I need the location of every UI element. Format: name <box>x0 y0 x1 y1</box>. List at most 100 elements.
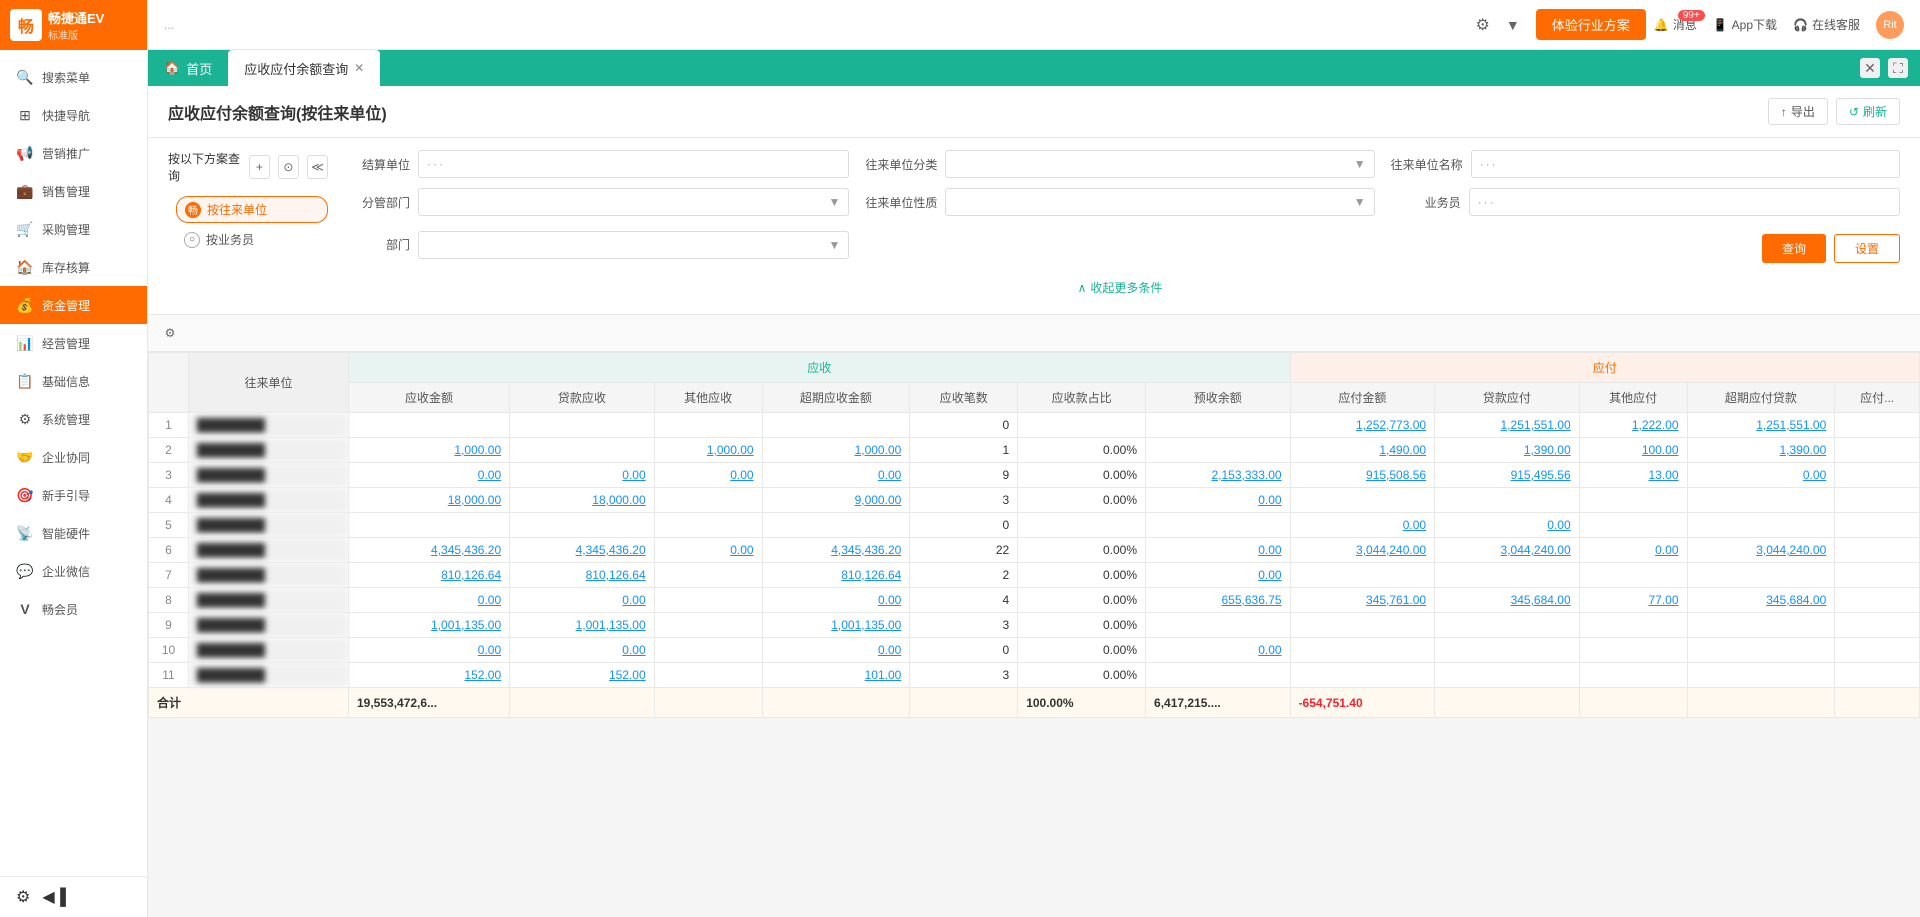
table-cell-ap_amount[interactable]: 0.00 <box>1290 513 1435 538</box>
table-cell-ap_loan[interactable]: 1,251,551.00 <box>1435 413 1580 438</box>
messages-btn[interactable]: 🔔 消息 99+ <box>1654 16 1697 33</box>
sidebar-collapse-btn[interactable]: ◀▐ <box>42 887 66 907</box>
partner-name-input[interactable]: ··· <box>1471 150 1900 178</box>
tab-ar-ap[interactable]: 应收应付余额查询 ✕ <box>228 50 380 86</box>
table-cell-ar_other[interactable]: 1,000.00 <box>654 438 762 463</box>
table-cell-ar_overdue[interactable]: 1,001,135.00 <box>762 613 910 638</box>
export-btn[interactable]: ↑ 导出 <box>1768 98 1828 125</box>
sidebar-item-warehouse[interactable]: 🏠 库存核算 <box>0 248 147 286</box>
table-cell-ar_loan[interactable]: 0.00 <box>510 588 655 613</box>
table-cell-ar_loan[interactable]: 810,126.64 <box>510 563 655 588</box>
footer-ap-amount[interactable]: -654,751.40 <box>1290 688 1435 718</box>
table-cell-ar_prepaid[interactable]: 655,636.75 <box>1146 588 1291 613</box>
table-cell-ap_amount[interactable]: 1,490.00 <box>1290 438 1435 463</box>
table-cell-ar_loan[interactable]: 1,001,135.00 <box>510 613 655 638</box>
sidebar-item-quicknav[interactable]: ⊞ 快捷导航 <box>0 96 147 134</box>
table-cell-ar_prepaid[interactable]: 0.00 <box>1146 538 1291 563</box>
dropdown-btn[interactable]: ▼ <box>1506 17 1520 33</box>
table-cell-ap_loan[interactable]: 915,495.56 <box>1435 463 1580 488</box>
table-cell-ap_other[interactable]: 13.00 <box>1579 463 1687 488</box>
window-expand-btn[interactable]: ⛶ <box>1888 58 1908 78</box>
tab-close-btn[interactable]: ✕ <box>354 61 364 75</box>
table-cell-ap_loan[interactable]: 1,390.00 <box>1435 438 1580 463</box>
table-cell-ar_loan[interactable]: 0.00 <box>510 463 655 488</box>
table-cell-ap_overdue[interactable]: 3,044,240.00 <box>1687 538 1835 563</box>
window-close-btn[interactable]: ✕ <box>1860 58 1880 78</box>
filter-collapse-btn[interactable]: ≪ <box>307 155 328 179</box>
table-cell-ar_amount[interactable]: 0.00 <box>349 463 510 488</box>
filter-tab-salesman[interactable]: ○ 按业务员 <box>176 227 328 252</box>
sidebar-item-purchase[interactable]: 🛒 采购管理 <box>0 210 147 248</box>
sidebar-item-finance[interactable]: 💰 资金管理 <box>0 286 147 324</box>
filter-add-btn[interactable]: + <box>249 155 270 179</box>
table-cell-ar_amount[interactable]: 810,126.64 <box>349 563 510 588</box>
company-input[interactable]: ··· <box>418 150 849 178</box>
table-cell-ar_prepaid[interactable]: 0.00 <box>1146 638 1291 663</box>
table-cell-ar_loan[interactable]: 0.00 <box>510 638 655 663</box>
table-cell-ap_other[interactable]: 100.00 <box>1579 438 1687 463</box>
table-cell-ar_amount[interactable]: 1,000.00 <box>349 438 510 463</box>
setting-btn[interactable]: 设置 <box>1834 234 1900 263</box>
sidebar-item-hardware[interactable]: 📡 智能硬件 <box>0 514 147 552</box>
gear-settings-btn[interactable]: ⚙ <box>1476 15 1490 35</box>
table-cell-ap_loan[interactable]: 0.00 <box>1435 513 1580 538</box>
table-cell-ar_other[interactable]: 0.00 <box>654 538 762 563</box>
table-cell-ap_other[interactable]: 1,222.00 <box>1579 413 1687 438</box>
collapse-more-btn[interactable]: ∧ 收起更多条件 <box>340 273 1900 302</box>
filter-tab-partner[interactable]: 畅 按往来单位 <box>176 196 328 223</box>
app-download-btn[interactable]: 📱 App下载 <box>1713 16 1777 33</box>
filter-scheme-btn[interactable]: ⊙ <box>278 155 299 179</box>
table-cell-ar_overdue[interactable]: 9,000.00 <box>762 488 910 513</box>
promo-btn[interactable]: 体验行业方案 <box>1536 9 1646 40</box>
table-cell-ar_other[interactable]: 0.00 <box>654 463 762 488</box>
table-cell-ap_overdue[interactable]: 0.00 <box>1687 463 1835 488</box>
sidebar-item-system[interactable]: ⚙ 系统管理 <box>0 400 147 438</box>
table-cell-ar_amount[interactable]: 18,000.00 <box>349 488 510 513</box>
table-cell-ap_other[interactable]: 0.00 <box>1579 538 1687 563</box>
table-cell-ap_overdue[interactable]: 1,251,551.00 <box>1687 413 1835 438</box>
query-btn[interactable]: 查询 <box>1762 234 1826 263</box>
table-cell-ap_loan[interactable]: 3,044,240.00 <box>1435 538 1580 563</box>
sidebar-item-marketing[interactable]: 📢 营销推广 <box>0 134 147 172</box>
table-cell-ar_overdue[interactable]: 101.00 <box>762 663 910 688</box>
sidebar-item-vip[interactable]: V 畅会员 <box>0 590 147 628</box>
table-cell-ap_loan[interactable]: 345,684.00 <box>1435 588 1580 613</box>
table-cell-ar_amount[interactable]: 4,345,436.20 <box>349 538 510 563</box>
table-cell-ap_overdue[interactable]: 1,390.00 <box>1687 438 1835 463</box>
sidebar-settings-btn[interactable]: ⚙ <box>16 887 30 907</box>
subdept-input[interactable]: ▼ <box>418 231 849 259</box>
partner-nature-input[interactable]: ▼ <box>945 188 1374 216</box>
tab-home[interactable]: 🏠 首页 <box>148 50 228 86</box>
sidebar-item-guide[interactable]: 🎯 新手引导 <box>0 476 147 514</box>
sidebar-item-corp[interactable]: 🤝 企业协同 <box>0 438 147 476</box>
table-cell-ar_loan[interactable]: 4,345,436.20 <box>510 538 655 563</box>
table-cell-ar_overdue[interactable]: 0.00 <box>762 638 910 663</box>
table-cell-ar_amount[interactable]: 1,001,135.00 <box>349 613 510 638</box>
table-cell-ap_amount[interactable]: 345,761.00 <box>1290 588 1435 613</box>
table-cell-ar_loan[interactable]: 152.00 <box>510 663 655 688</box>
table-cell-ap_amount[interactable]: 3,044,240.00 <box>1290 538 1435 563</box>
table-cell-ar_loan[interactable]: 18,000.00 <box>510 488 655 513</box>
table-cell-ap_other[interactable]: 77.00 <box>1579 588 1687 613</box>
table-cell-ar_prepaid[interactable]: 0.00 <box>1146 563 1291 588</box>
table-cell-ap_amount[interactable]: 915,508.56 <box>1290 463 1435 488</box>
sidebar-item-wechat[interactable]: 💬 企业微信 <box>0 552 147 590</box>
dept-input[interactable]: ▼ <box>418 188 849 216</box>
sidebar-item-sales[interactable]: 💼 销售管理 <box>0 172 147 210</box>
refresh-btn[interactable]: ↺ 刷新 <box>1836 98 1900 125</box>
table-cell-ar_amount[interactable]: 152.00 <box>349 663 510 688</box>
table-cell-ar_prepaid[interactable]: 2,153,333.00 <box>1146 463 1291 488</box>
sidebar-item-operations[interactable]: 📊 经营管理 <box>0 324 147 362</box>
table-cell-ar_overdue[interactable]: 0.00 <box>762 588 910 613</box>
table-cell-ar_overdue[interactable]: 1,000.00 <box>762 438 910 463</box>
table-cell-ar_overdue[interactable]: 810,126.64 <box>762 563 910 588</box>
partner-type-input[interactable]: ▼ <box>945 150 1374 178</box>
table-cell-ar_amount[interactable]: 0.00 <box>349 638 510 663</box>
support-btn[interactable]: 🎧 在线客服 <box>1793 16 1860 33</box>
sidebar-item-basic[interactable]: 📋 基础信息 <box>0 362 147 400</box>
footer-ar-amount[interactable]: 19,553,472,6... <box>349 688 510 718</box>
user-avatar[interactable]: Rit <box>1876 11 1904 39</box>
table-settings-btn[interactable]: ⚙ <box>160 323 180 343</box>
salesman-input[interactable]: ··· <box>1469 188 1900 216</box>
table-cell-ar_overdue[interactable]: 0.00 <box>762 463 910 488</box>
